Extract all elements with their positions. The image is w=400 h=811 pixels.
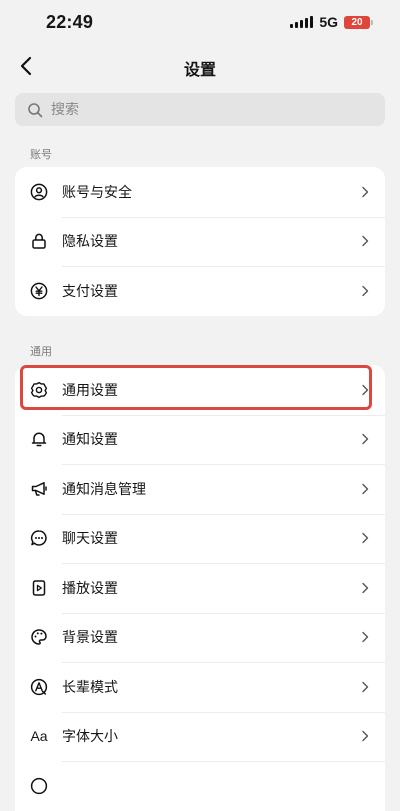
search-icon <box>27 102 43 118</box>
elder-mode-icon <box>29 677 49 697</box>
chevron-right-icon <box>361 483 369 495</box>
settings-row-account-security[interactable]: 账号与安全 <box>15 167 385 217</box>
settings-row-partial[interactable] <box>15 761 385 811</box>
font-size-icon: Aa <box>30 728 48 745</box>
section-label-account: 账号 <box>30 148 52 161</box>
chevron-right-icon <box>361 681 369 693</box>
settings-row-privacy[interactable]: 隐私设置 <box>15 216 385 267</box>
chat-bubble-icon <box>29 528 49 548</box>
settings-row-notifications[interactable]: 通知设置 <box>15 414 385 465</box>
settings-row-elder-mode[interactable]: 长辈模式 <box>15 662 385 712</box>
settings-row-label: 隐私设置 <box>62 234 118 251</box>
settings-row-label: 支付设置 <box>62 283 118 300</box>
palette-icon <box>29 627 49 647</box>
search-bar[interactable] <box>15 93 385 126</box>
gear-icon <box>29 380 49 400</box>
nav-bar: 设置 <box>0 46 400 86</box>
chevron-right-icon <box>361 631 369 643</box>
settings-row-payment[interactable]: 支付设置 <box>15 266 385 316</box>
settings-row-label: 账号与安全 <box>62 184 132 201</box>
signal-icon <box>290 16 314 28</box>
bell-icon <box>29 429 49 449</box>
play-file-icon <box>29 578 49 598</box>
yen-icon <box>29 281 49 301</box>
settings-row-general[interactable]: 通用设置 <box>15 365 385 415</box>
settings-row-label: 通知消息管理 <box>62 481 146 498</box>
settings-row-label: 播放设置 <box>62 580 118 597</box>
account-settings-card: 账号与安全 隐私设置 支付设置 <box>15 167 385 316</box>
settings-row-label: 通用设置 <box>62 382 118 399</box>
chevron-right-icon <box>361 433 369 445</box>
settings-row-label: 通知设置 <box>62 432 118 449</box>
settings-row-label: 长辈模式 <box>62 679 118 696</box>
chevron-right-icon <box>361 384 369 396</box>
settings-row-playback[interactable]: 播放设置 <box>15 563 385 613</box>
network-type: 5G <box>319 14 338 30</box>
settings-row-chat[interactable]: 聊天设置 <box>15 513 385 564</box>
chevron-right-icon <box>361 285 369 297</box>
settings-row-label: 背景设置 <box>62 630 118 647</box>
battery-level: 20 <box>351 16 363 28</box>
chevron-right-icon <box>361 532 369 544</box>
settings-row-background[interactable]: 背景设置 <box>15 612 385 663</box>
section-label-general: 通用 <box>30 345 52 358</box>
search-input[interactable] <box>49 100 353 119</box>
status-indicators: 5G 20 <box>290 14 373 30</box>
lock-icon <box>29 231 49 251</box>
general-settings-card: 通用设置 通知设置 通知消息管理 聊天设置 播放设置 背景设置 长辈模式 Aa … <box>15 365 385 811</box>
chevron-right-icon <box>361 235 369 247</box>
settings-row-label: 聊天设置 <box>62 531 118 548</box>
battery-icon: 20 <box>344 15 373 29</box>
megaphone-icon <box>29 479 49 499</box>
settings-row-label: 字体大小 <box>62 729 118 746</box>
settings-row-notification-management[interactable]: 通知消息管理 <box>15 464 385 514</box>
settings-row-font-size[interactable]: Aa 字体大小 <box>15 711 385 762</box>
page-title: 设置 <box>183 60 216 79</box>
user-circle-icon <box>29 182 49 202</box>
chevron-right-icon <box>361 582 369 594</box>
status-bar: 22:49 5G 20 <box>0 0 400 46</box>
status-time: 22:49 <box>46 12 94 32</box>
chevron-right-icon <box>361 186 369 198</box>
chevron-right-icon <box>361 730 369 742</box>
